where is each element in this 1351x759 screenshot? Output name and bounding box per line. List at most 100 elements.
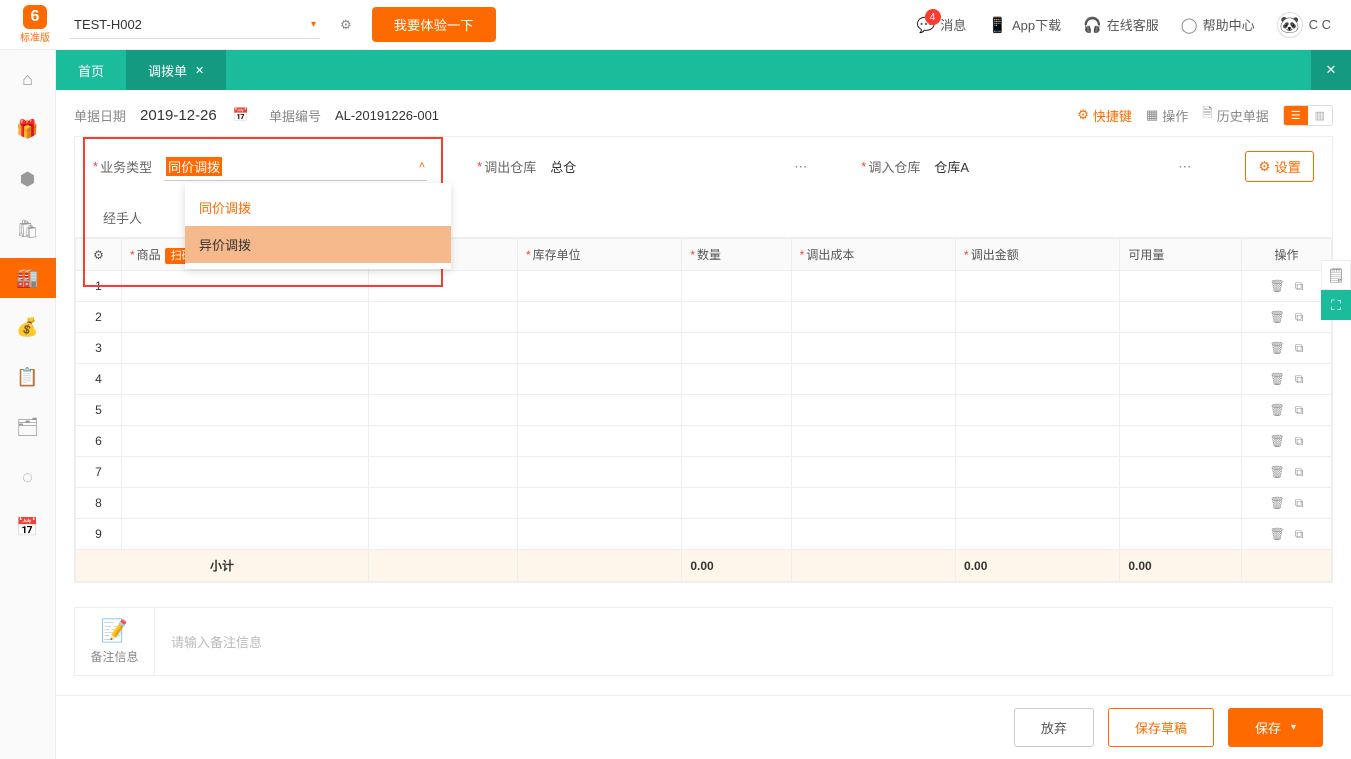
dropdown-opt-diff[interactable]: 异价调拨 — [185, 226, 451, 263]
avatar: 🐼 — [1277, 12, 1303, 38]
close-all-tabs[interactable]: ✕ — [1311, 50, 1351, 90]
company-name: TEST-H002 — [74, 17, 142, 32]
table-row[interactable]: 3 🗑⧉ — [76, 333, 1332, 364]
delete-icon[interactable]: 🗑 — [1270, 279, 1285, 293]
docno-value: AL-20191226-001 — [335, 108, 439, 123]
chevron-down-icon: ▾ — [311, 19, 316, 30]
delete-icon[interactable]: 🗑 — [1270, 496, 1285, 510]
nav-messages[interactable]: 💬 4 消息 — [917, 15, 967, 34]
table-row[interactable]: 8 🗑⧉ — [76, 488, 1332, 519]
expand-float-icon[interactable]: ⛶ — [1321, 290, 1351, 320]
copy-icon[interactable]: ⧉ — [1295, 496, 1304, 510]
shortcut-action[interactable]: ⚙快捷键 — [1077, 106, 1132, 125]
gear-icon: ⚙ — [1258, 159, 1270, 175]
discard-button[interactable]: 放弃 — [1014, 708, 1094, 747]
save-button[interactable]: 保存▾ — [1228, 708, 1323, 747]
table-row[interactable]: 5 🗑⧉ — [76, 395, 1332, 426]
table-row[interactable]: 7 🗑⧉ — [76, 457, 1332, 488]
nav-help[interactable]: ◯ 帮助中心 — [1181, 15, 1255, 34]
note-float-icon[interactable]: 🗒 — [1321, 260, 1351, 290]
copy-icon[interactable]: ⧉ — [1295, 434, 1304, 448]
gear-icon[interactable]: ⚙ — [340, 17, 352, 33]
calendar-icon[interactable]: 📅 — [233, 107, 249, 123]
copy-icon[interactable]: ⧉ — [1295, 279, 1304, 293]
out-wh-label: 调出仓库 — [484, 157, 536, 176]
card-view-icon[interactable]: ▥ — [1308, 106, 1332, 125]
grid-icon: ▦ — [1146, 107, 1158, 123]
nav-service[interactable]: 🎧 在线客服 — [1083, 15, 1159, 34]
delete-icon[interactable]: 🗑 — [1270, 434, 1285, 448]
remarks-input[interactable]: 请输入备注信息 — [155, 608, 1332, 675]
help-icon: ◯ — [1181, 16, 1198, 34]
table-row[interactable]: 4 🗑⧉ — [76, 364, 1332, 395]
view-toggle[interactable]: ☰▥ — [1283, 105, 1333, 126]
remarks-title: 备注信息 — [90, 648, 138, 665]
delete-icon[interactable]: 🗑 — [1270, 341, 1285, 355]
biz-type-value: 同价调拨 — [166, 157, 222, 176]
in-wh-select[interactable]: 仓库A ⋯ — [932, 153, 1195, 180]
nav-house-icon[interactable]: ⬢ — [17, 168, 39, 190]
close-icon[interactable]: ✕ — [195, 64, 204, 77]
operation-action[interactable]: ▦操作 — [1146, 106, 1188, 125]
nav-link-icon[interactable]: ◌ — [17, 466, 39, 488]
save-draft-button[interactable]: 保存草稿 — [1108, 708, 1214, 747]
nav-clipboard-icon[interactable]: 📋 — [17, 366, 39, 388]
copy-icon[interactable]: ⧉ — [1295, 527, 1304, 541]
col-available: 可用量 — [1120, 239, 1242, 271]
delete-icon[interactable]: 🗑 — [1270, 527, 1285, 541]
nav-warehouse-icon[interactable]: 🏭 — [0, 258, 56, 298]
more-icon: ⋯ — [1178, 159, 1193, 175]
chevron-up-icon: ˄ — [419, 160, 425, 172]
delete-icon[interactable]: 🗑 — [1270, 372, 1285, 386]
biz-type-select[interactable]: 同价调拨 ˄ — [164, 153, 427, 181]
delete-icon[interactable]: 🗑 — [1270, 465, 1285, 479]
nav-gift-icon[interactable]: 🎁 — [17, 118, 39, 140]
table-row[interactable]: 2 🗑⧉ — [76, 302, 1332, 333]
nav-card-icon[interactable]: 🗂 — [17, 416, 39, 438]
table-row[interactable]: 1 🗑⧉ — [76, 271, 1332, 302]
nav-new-icon[interactable]: 📅 — [17, 516, 39, 538]
biz-type-dropdown: 同价调拨 异价调拨 — [185, 183, 451, 269]
doc-icon: 🗎 — [1202, 104, 1212, 126]
history-action[interactable]: 🗎历史单据 — [1202, 104, 1268, 126]
col-gear[interactable]: ⚙ — [76, 239, 122, 271]
company-select[interactable]: TEST-H002 ▾ — [70, 11, 320, 39]
nav-home-icon[interactable]: ⌂ — [17, 68, 39, 90]
nav-bag-icon[interactable]: 🛍 — [17, 218, 39, 240]
message-badge: 4 — [925, 9, 941, 25]
subtotal-label: 小计 — [76, 550, 369, 582]
delete-icon[interactable]: 🗑 — [1270, 403, 1285, 417]
doc-header: 单据日期 2019-12-26 📅 单据编号 AL-20191226-001 ⚙… — [74, 90, 1333, 136]
copy-icon[interactable]: ⧉ — [1295, 372, 1304, 386]
nav-download[interactable]: 📱 App下载 — [988, 15, 1061, 34]
table-row[interactable]: 6 🗑⧉ — [76, 426, 1332, 457]
logo-icon: 6 — [23, 5, 47, 29]
out-wh-value: 总仓 — [550, 157, 576, 176]
topbar: 6 标准版 TEST-H002 ▾ ⚙ 我要体验一下 💬 4 消息 📱 App下… — [0, 0, 1351, 50]
handler-label: 经手人 — [103, 208, 142, 227]
copy-icon[interactable]: ⧉ — [1295, 403, 1304, 417]
col-outcost: *调出成本 — [791, 239, 955, 271]
date-value[interactable]: 2019-12-26 — [140, 107, 217, 124]
nav-money-icon[interactable]: 💰 — [17, 316, 39, 338]
subtotal-outamount: 0.00 — [956, 550, 1120, 582]
out-wh-select[interactable]: 总仓 ⋯ — [548, 153, 811, 180]
copy-icon[interactable]: ⧉ — [1295, 341, 1304, 355]
form-area: * 业务类型 同价调拨 ˄ 同价调拨 异价调拨 * 调出仓库 总仓 ⋯ — [74, 136, 1333, 238]
delete-icon[interactable]: 🗑 — [1270, 310, 1285, 324]
in-wh-value: 仓库A — [934, 157, 969, 176]
nav-user[interactable]: 🐼 C C — [1277, 12, 1331, 38]
try-button[interactable]: 我要体验一下 — [372, 7, 496, 42]
table-row[interactable]: 9 🗑⧉ — [76, 519, 1332, 550]
tab-transfer[interactable]: 调拨单 ✕ — [126, 50, 226, 90]
copy-icon[interactable]: ⧉ — [1295, 465, 1304, 479]
tab-home[interactable]: 首页 — [56, 50, 126, 90]
floating-actions: 🗒 ⛶ — [1321, 260, 1351, 320]
more-icon: ⋯ — [794, 159, 809, 175]
note-icon: 📝 — [101, 618, 128, 644]
setting-button[interactable]: ⚙设置 — [1245, 151, 1314, 182]
dropdown-opt-same[interactable]: 同价调拨 — [185, 189, 451, 226]
docno-label: 单据编号 — [269, 106, 321, 125]
copy-icon[interactable]: ⧉ — [1295, 310, 1304, 324]
list-view-icon[interactable]: ☰ — [1284, 106, 1308, 125]
